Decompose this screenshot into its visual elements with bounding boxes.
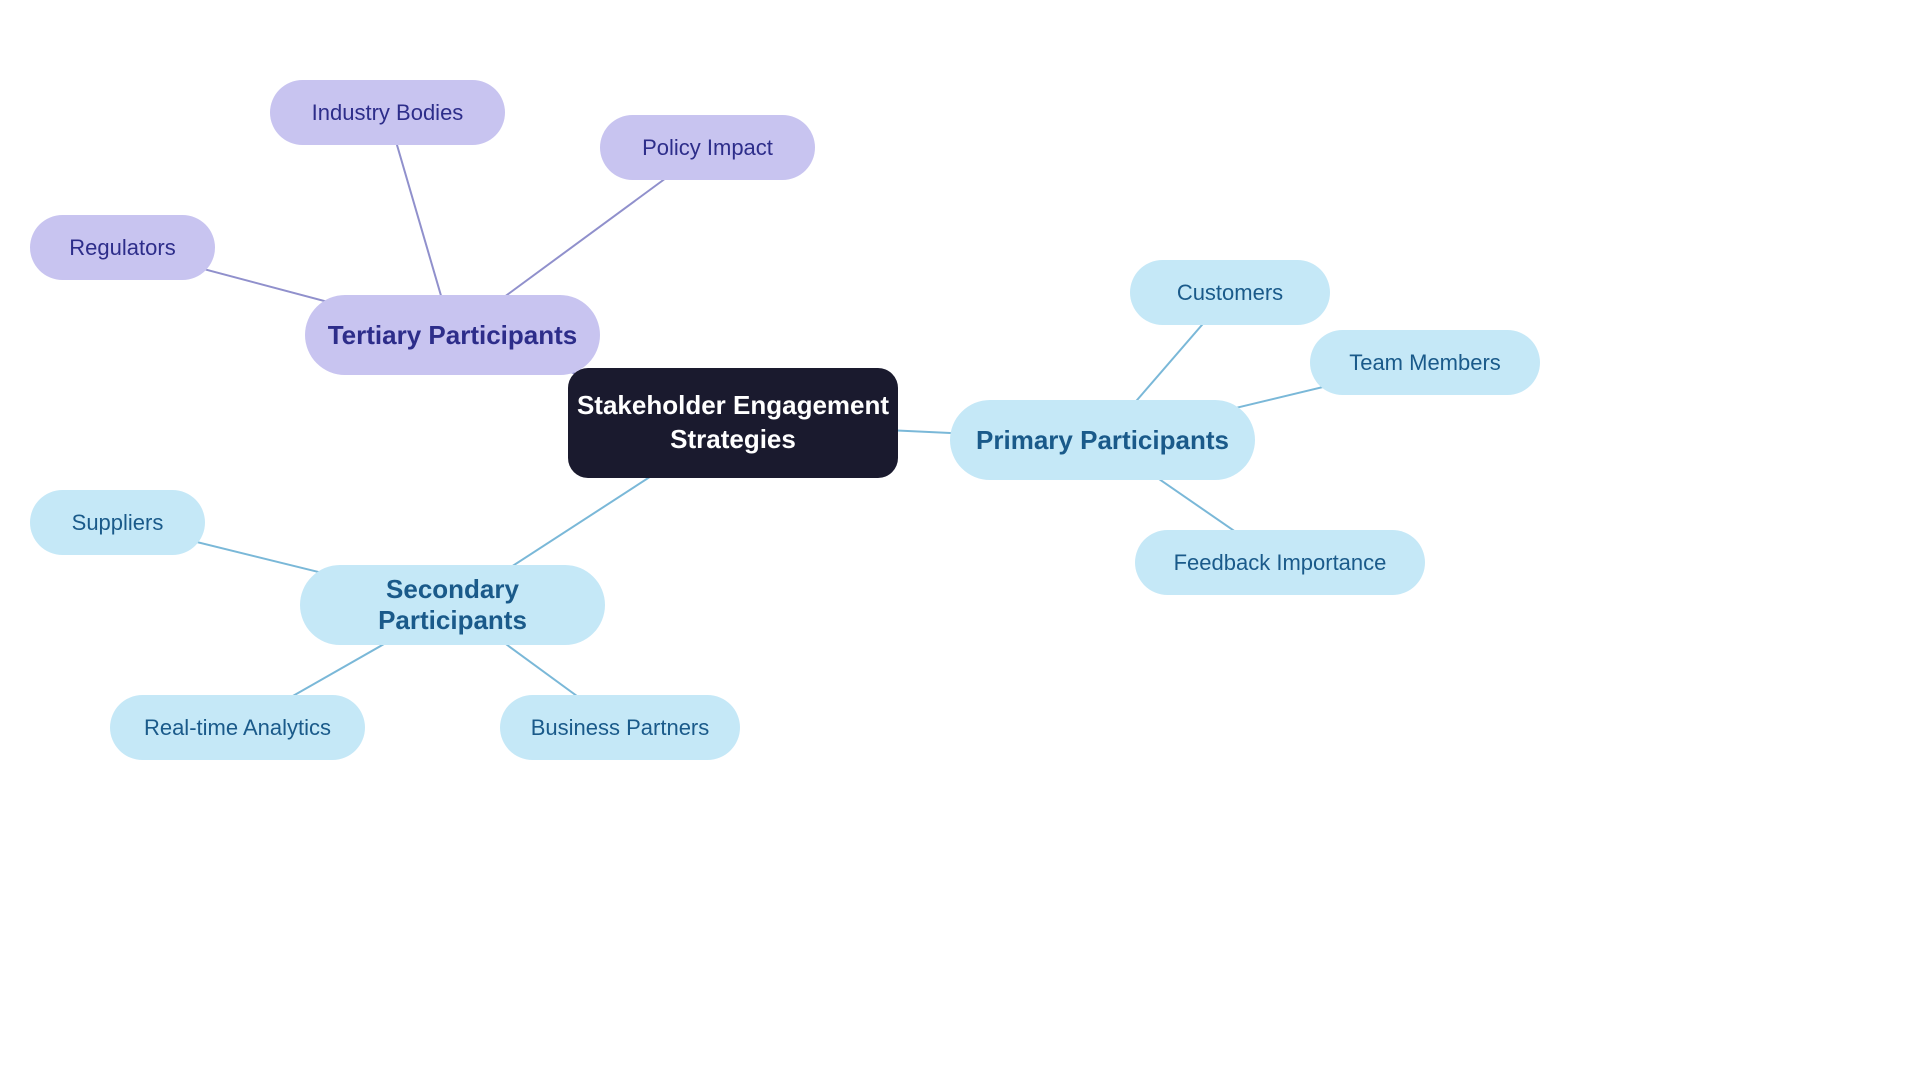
center-node: Stakeholder EngagementStrategies [568, 368, 898, 478]
team-members-node: Team Members [1310, 330, 1540, 395]
secondary-participants-node: Secondary Participants [300, 565, 605, 645]
industry-bodies-label: Industry Bodies [292, 100, 484, 126]
business-partners-node: Business Partners [500, 695, 740, 760]
business-partners-label: Business Partners [511, 715, 730, 741]
primary-label: Primary Participants [956, 425, 1249, 456]
customers-node: Customers [1130, 260, 1330, 325]
secondary-label: Secondary Participants [300, 574, 605, 636]
primary-participants-node: Primary Participants [950, 400, 1255, 480]
team-members-label: Team Members [1329, 350, 1521, 376]
policy-impact-node: Policy Impact [600, 115, 815, 180]
regulators-node: Regulators [30, 215, 215, 280]
customers-label: Customers [1157, 280, 1303, 306]
realtime-label: Real-time Analytics [124, 715, 351, 741]
tertiary-label: Tertiary Participants [308, 320, 598, 351]
industry-bodies-node: Industry Bodies [270, 80, 505, 145]
realtime-analytics-node: Real-time Analytics [110, 695, 365, 760]
feedback-importance-node: Feedback Importance [1135, 530, 1425, 595]
policy-impact-label: Policy Impact [622, 135, 793, 161]
suppliers-label: Suppliers [52, 510, 184, 536]
regulators-label: Regulators [49, 235, 195, 261]
suppliers-node: Suppliers [30, 490, 205, 555]
feedback-label: Feedback Importance [1154, 550, 1407, 576]
tertiary-participants-node: Tertiary Participants [305, 295, 600, 375]
center-label: Stakeholder EngagementStrategies [577, 389, 889, 457]
